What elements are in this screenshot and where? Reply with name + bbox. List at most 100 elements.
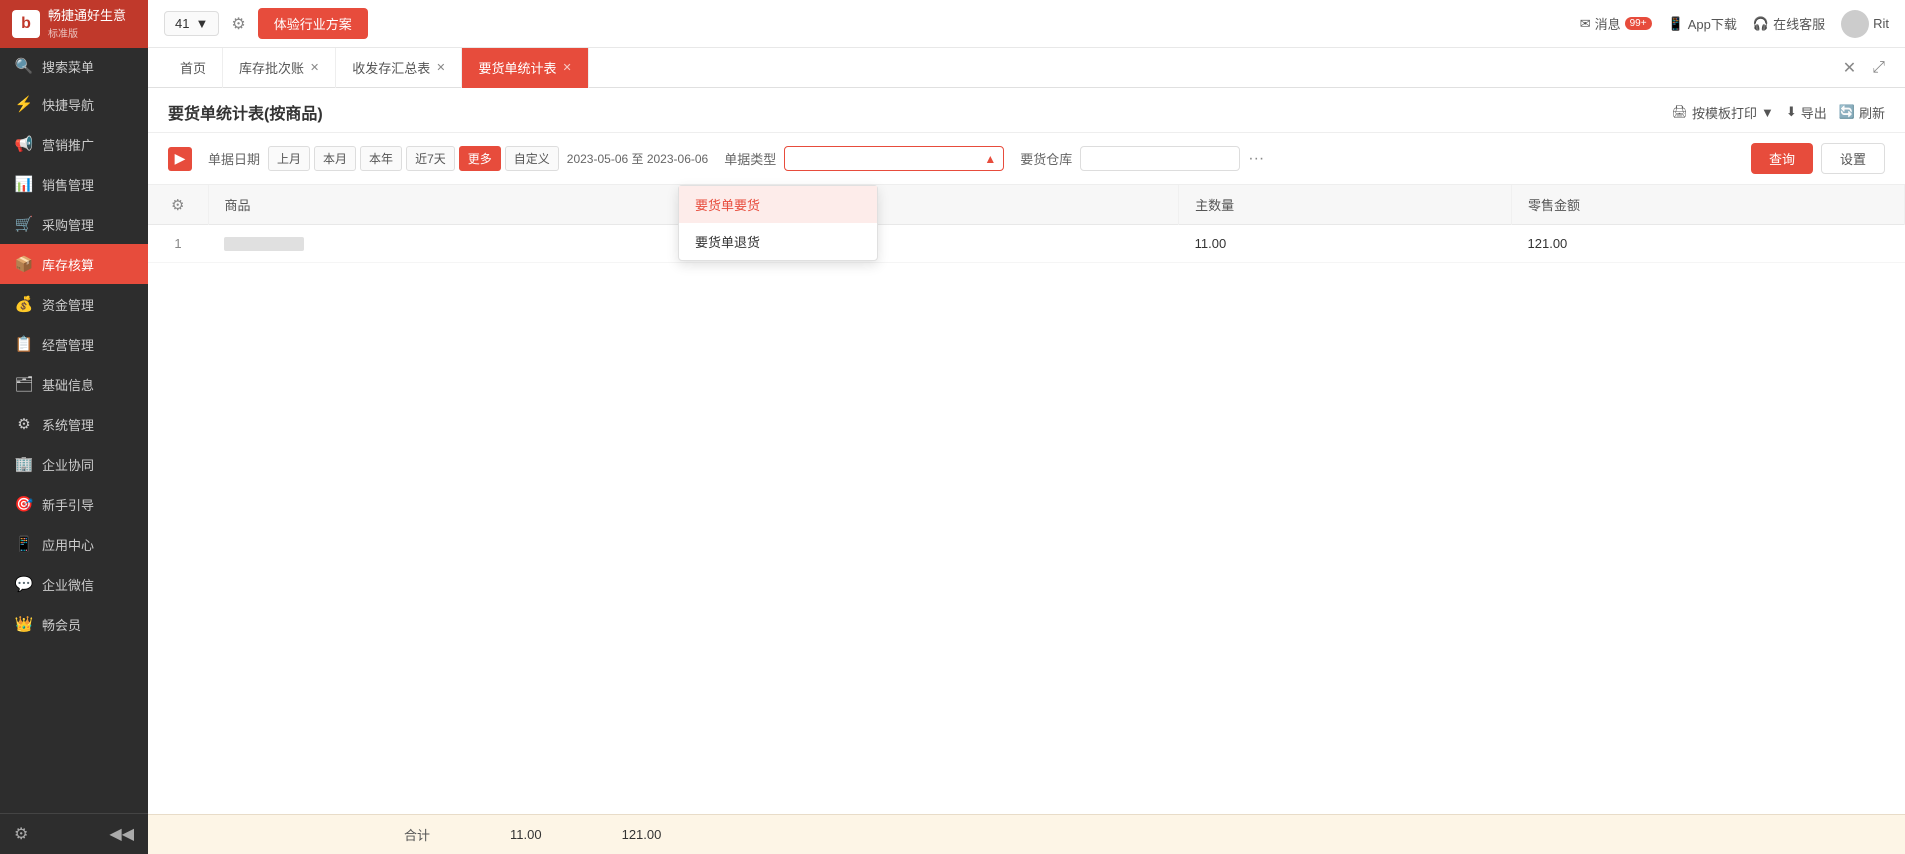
sidebar-item-finance[interactable]: 💰 资金管理 [0, 284, 148, 324]
last-month-btn[interactable]: 上月 [268, 146, 310, 171]
refresh-icon: 🔄 [1839, 104, 1855, 120]
trial-btn[interactable]: 体验行业方案 [258, 8, 368, 39]
tab-inventory-batch-close[interactable]: ✕ [310, 61, 319, 74]
cell-seq: 1 [148, 225, 208, 263]
sidebar-item-label: 企业协同 [42, 455, 94, 474]
dropdown-option-purchase[interactable]: 要货单要货 [679, 186, 877, 223]
sidebar-item-quick-nav[interactable]: ⚡ 快捷导航 [0, 84, 148, 124]
table-area: ⚙ 商品 主计量单位 主数量 零售金额 1 块 [148, 185, 1905, 814]
sidebar-item-operation[interactable]: 📋 经营管理 [0, 324, 148, 364]
sidebar-item-inventory[interactable]: 📦 库存核算 [0, 244, 148, 284]
col-quantity: 主数量 [1179, 185, 1512, 225]
online-service-btn[interactable]: 🎧 在线客服 [1753, 14, 1825, 33]
this-year-btn[interactable]: 本年 [360, 146, 402, 171]
sidebar-item-basic[interactable]: 🗂 基础信息 [0, 364, 148, 404]
type-input-wrapper: ▲ [784, 146, 1004, 171]
tab-receivable-summary[interactable]: 收发存汇总表 ✕ [336, 48, 462, 88]
sidebar-item-label: 经营管理 [42, 335, 94, 354]
print-chevron: ▼ [1761, 105, 1774, 120]
refresh-label: 刷新 [1859, 103, 1885, 122]
sidebar-item-label: 库存核算 [42, 255, 94, 274]
sidebar-item-label: 销售管理 [42, 175, 94, 194]
tab-expand-icon[interactable]: ⤢ [1868, 55, 1889, 81]
date-range-display: 2023-05-06 至 2023-06-06 [567, 150, 708, 167]
type-filter-input[interactable] [784, 146, 1004, 171]
sidebar-item-wechat[interactable]: 💬 企业微信 [0, 564, 148, 604]
app-version: 标准版 [48, 25, 126, 40]
sidebar: b 畅捷通好生意 标准版 🔍 搜索菜单 ⚡ 快捷导航 📢 营销推广 📊 销售管理… [0, 0, 148, 854]
tab-order-summary-close[interactable]: ✕ [563, 61, 572, 74]
app-download-btn[interactable]: 📱 App下载 [1668, 14, 1737, 33]
settings-footer-icon[interactable]: ⚙ [14, 824, 28, 844]
dropdown-option-return[interactable]: 要货单退货 [679, 223, 877, 260]
sidebar-item-sales[interactable]: 📊 销售管理 [0, 164, 148, 204]
warehouse-filter-input[interactable] [1080, 146, 1240, 171]
refresh-action[interactable]: 🔄 刷新 [1839, 103, 1885, 122]
sidebar-item-member[interactable]: 👑 畅会员 [0, 604, 148, 644]
messages-btn[interactable]: ✉ 消息 99+ [1580, 14, 1652, 33]
total-label: 合计 [404, 825, 430, 844]
enterprise-icon: 🏢 [14, 454, 34, 474]
sidebar-item-label: 资金管理 [42, 295, 94, 314]
logo-icon: b [12, 10, 40, 38]
print-action[interactable]: 🖨 按模板打印 ▼ [1671, 103, 1773, 122]
messages-label: 消息 [1595, 14, 1621, 33]
sidebar-item-system[interactable]: ⚙ 系统管理 [0, 404, 148, 444]
filter-more-icon[interactable]: ··· [1248, 150, 1264, 168]
type-filter-group: 单据类型 ▲ [724, 146, 1004, 171]
topbar-right: ✉ 消息 99+ 📱 App下载 🎧 在线客服 Rit [1580, 10, 1889, 38]
cell-quantity: 11.00 [1179, 225, 1512, 263]
last7days-btn[interactable]: 近7天 [406, 146, 455, 171]
sidebar-footer: ⚙ ◀◀ [0, 813, 148, 854]
member-icon: 👑 [14, 614, 34, 634]
table-settings-icon[interactable]: ⚙ [171, 197, 184, 214]
tab-order-summary[interactable]: 要货单统计表 ✕ [462, 48, 588, 88]
inventory-icon: 📦 [14, 254, 34, 274]
sales-icon: 📊 [14, 174, 34, 194]
settings-btn[interactable]: 设置 [1821, 143, 1885, 174]
this-month-btn[interactable]: 本月 [314, 146, 356, 171]
sidebar-item-label: 企业微信 [42, 575, 94, 594]
sidebar-item-purchase[interactable]: 🛒 采购管理 [0, 204, 148, 244]
topbar-gear-icon[interactable]: ⚙ [231, 14, 245, 34]
type-dropdown: 要货单要货 要货单退货 [678, 185, 878, 261]
filter-actions: 查询 设置 [1751, 143, 1885, 174]
guide-icon: 🎯 [14, 494, 34, 514]
sidebar-item-marketing[interactable]: 📢 营销推广 [0, 124, 148, 164]
main-content: 41 ▼ ⚙ 体验行业方案 ✉ 消息 99+ 📱 App下载 🎧 在线客服 R [148, 0, 1905, 854]
export-action[interactable]: ⬇ 导出 [1786, 103, 1827, 122]
tab-receivable-summary-close[interactable]: ✕ [436, 61, 445, 74]
tab-order-summary-label: 要货单统计表 [478, 58, 556, 77]
more-btn[interactable]: 更多 [459, 146, 501, 171]
cell-product [208, 225, 726, 263]
store-selector[interactable]: 41 ▼ [164, 11, 219, 36]
page-content: 要货单统计表(按商品) 🖨 按模板打印 ▼ ⬇ 导出 🔄 刷新 ▶ [148, 88, 1905, 854]
phone-icon: 📱 [1668, 16, 1684, 32]
tab-inventory-batch[interactable]: 库存批次账 ✕ [223, 48, 336, 88]
sidebar-item-app-center[interactable]: 📱 应用中心 [0, 524, 148, 564]
user-profile[interactable]: Rit [1841, 10, 1889, 38]
avatar [1841, 10, 1869, 38]
tab-home[interactable]: 首页 [164, 48, 223, 88]
sidebar-item-label: 搜索菜单 [42, 57, 94, 76]
col-seq: ⚙ [148, 185, 208, 225]
filter-expand-btn[interactable]: ▶ [168, 147, 192, 171]
sidebar-item-label: 畅会员 [42, 615, 81, 634]
tab-close-all-icon[interactable]: ✕ [1839, 54, 1860, 82]
app-center-icon: 📱 [14, 534, 34, 554]
col-amount: 零售金额 [1512, 185, 1905, 225]
custom-btn[interactable]: 自定义 [505, 146, 559, 171]
export-icon: ⬇ [1786, 104, 1797, 120]
total-row: 合计 11.00 121.00 [148, 814, 1905, 854]
sidebar-item-enterprise[interactable]: 🏢 企业协同 [0, 444, 148, 484]
sidebar-item-search[interactable]: 🔍 搜索菜单 [0, 48, 148, 84]
print-icon: 🖨 [1671, 104, 1688, 120]
finance-icon: 💰 [14, 294, 34, 314]
date-filter-group: 单据日期 上月 本月 本年 近7天 更多 自定义 2023-05-06 至 20… [208, 146, 708, 171]
query-btn[interactable]: 查询 [1751, 143, 1813, 174]
warehouse-filter-group: 要货仓库 ··· [1020, 146, 1264, 171]
sidebar-item-guide[interactable]: 🎯 新手引导 [0, 484, 148, 524]
operation-icon: 📋 [14, 334, 34, 354]
collapse-icon[interactable]: ◀◀ [109, 824, 134, 844]
col-product: 商品 [208, 185, 726, 225]
